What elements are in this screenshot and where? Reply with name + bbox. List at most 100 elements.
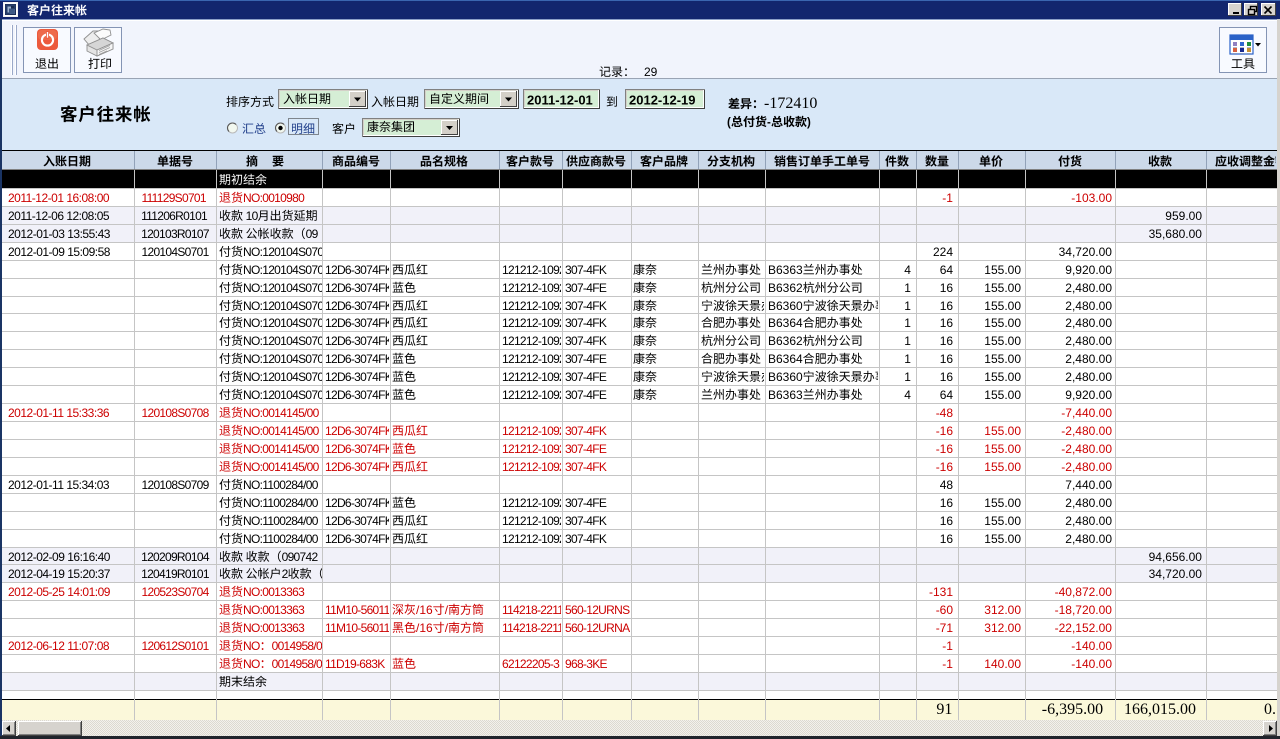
svg-text:155.00: 155.00 [984, 442, 1021, 456]
svg-text:-6,395.00: -6,395.00 [1042, 701, 1103, 718]
svg-text:120612S0101: 120612S0101 [142, 639, 210, 653]
svg-text:94,656.00: 94,656.00 [1149, 550, 1203, 564]
svg-text:12D6-3074FK: 12D6-3074FK [325, 514, 393, 528]
svg-text:2012-04-19 15:20:37: 2012-04-19 15:20:37 [8, 567, 111, 581]
svg-text:/16: /16 [416, 621, 433, 635]
svg-text:2,480.00: 2,480.00 [1065, 299, 1112, 313]
svg-text:NO:0013363: NO:0013363 [243, 585, 305, 599]
svg-text:-103.00: -103.00 [1071, 191, 1112, 205]
svg-text:NO:1100284/00: NO:1100284/00 [243, 532, 319, 546]
svg-text:4: 4 [904, 388, 911, 402]
svg-text:B6364: B6364 [768, 316, 803, 330]
svg-text:0014958/0: 0014958/0 [272, 657, 323, 671]
svg-text:120104S0701: 120104S0701 [142, 245, 210, 259]
svg-text:312.00: 312.00 [984, 603, 1021, 617]
svg-text:NO:1100284/00: NO:1100284/00 [243, 496, 319, 510]
svg-text:155.00: 155.00 [984, 263, 1021, 277]
svg-text:B6362: B6362 [768, 281, 803, 295]
svg-text:NO:120104S0701: NO:120104S0701 [243, 299, 330, 313]
svg-text:91: 91 [936, 701, 952, 718]
svg-text:959.00: 959.00 [1165, 209, 1202, 223]
svg-text:1: 1 [904, 316, 911, 330]
svg-text:B6363: B6363 [768, 263, 803, 277]
svg-text:16: 16 [940, 334, 954, 348]
svg-text:121212-1092: 121212-1092 [502, 299, 566, 313]
svg-text:1: 1 [904, 370, 911, 384]
svg-text:NO:0014145/00: NO:0014145/00 [243, 460, 320, 474]
svg-text:120103R0107: 120103R0107 [141, 227, 210, 241]
svg-text:307-4FE: 307-4FE [565, 388, 607, 402]
svg-text:NO: NO [243, 657, 260, 671]
svg-text:2,480.00: 2,480.00 [1065, 316, 1112, 330]
svg-text:/16: /16 [416, 603, 433, 617]
svg-text:155.00: 155.00 [984, 352, 1021, 366]
svg-text:307-4FK: 307-4FK [565, 334, 607, 348]
svg-text:155.00: 155.00 [984, 316, 1021, 330]
svg-text:121212-1092: 121212-1092 [502, 514, 566, 528]
svg-text:120419R0101: 120419R0101 [141, 567, 210, 581]
svg-text:7,440.00: 7,440.00 [1065, 478, 1112, 492]
svg-text:114218-2211: 114218-2211 [502, 603, 564, 617]
svg-text:12D6-3074FK: 12D6-3074FK [325, 316, 393, 330]
svg-text:307-4FE: 307-4FE [565, 442, 607, 456]
svg-text:-140.00: -140.00 [1071, 639, 1112, 653]
svg-text:(: ( [727, 117, 731, 129]
svg-text:-16: -16 [936, 460, 954, 474]
svg-text:090742: 090742 [282, 550, 319, 564]
svg-text:12D6-3074FK: 12D6-3074FK [325, 334, 393, 348]
svg-text:307-4FE: 307-4FE [565, 352, 607, 366]
svg-text:16: 16 [940, 316, 954, 330]
svg-text:-2,480.00: -2,480.00 [1061, 424, 1112, 438]
svg-text:16: 16 [940, 281, 954, 295]
svg-text:B6363: B6363 [768, 388, 803, 402]
svg-text:2: 2 [282, 567, 289, 581]
svg-text:11D19-683K: 11D19-683K [325, 657, 385, 671]
svg-text:-7,440.00: -7,440.00 [1061, 406, 1112, 420]
svg-text:1: 1 [904, 352, 911, 366]
svg-text:16: 16 [940, 496, 954, 510]
svg-text:11M10-56011: 11M10-56011 [325, 603, 391, 617]
svg-text:2011-12-01: 2011-12-01 [527, 93, 593, 108]
svg-text:29: 29 [644, 65, 658, 79]
svg-text:312.00: 312.00 [984, 621, 1021, 635]
svg-text:155.00: 155.00 [984, 388, 1021, 402]
svg-text:-22,152.00: -22,152.00 [1055, 621, 1113, 635]
svg-text:155.00: 155.00 [984, 299, 1021, 313]
svg-text:35,680.00: 35,680.00 [1149, 227, 1203, 241]
svg-text:NO:120104S0701: NO:120104S0701 [243, 352, 330, 366]
svg-text:16: 16 [940, 370, 954, 384]
svg-text:111129S0701: 111129S0701 [142, 191, 207, 205]
svg-text:NO:120104S0701: NO:120104S0701 [243, 263, 330, 277]
svg-text:2,480.00: 2,480.00 [1065, 370, 1112, 384]
svg-text:62122205-3: 62122205-3 [502, 657, 560, 671]
svg-text:121212-1092: 121212-1092 [502, 424, 566, 438]
svg-text:12D6-3074FK: 12D6-3074FK [325, 460, 393, 474]
svg-text:120209R0104: 120209R0104 [141, 550, 210, 564]
svg-text:4: 4 [904, 263, 911, 277]
svg-text:B6360: B6360 [768, 370, 803, 384]
svg-text:64: 64 [940, 263, 954, 277]
svg-text:155.00: 155.00 [984, 334, 1021, 348]
svg-text:121212-1092: 121212-1092 [502, 460, 566, 474]
svg-text:16: 16 [940, 352, 954, 366]
svg-text:121212-1092: 121212-1092 [502, 388, 566, 402]
svg-text:2,480.00: 2,480.00 [1065, 514, 1112, 528]
svg-text:560-12URNA: 560-12URNA [565, 621, 630, 635]
svg-text:121212-1092: 121212-1092 [502, 334, 566, 348]
svg-text:2012-05-25 14:01:09: 2012-05-25 14:01:09 [8, 585, 111, 599]
svg-text:2,480.00: 2,480.00 [1065, 334, 1112, 348]
svg-text:B6362: B6362 [768, 334, 803, 348]
svg-text:-40,872.00: -40,872.00 [1055, 585, 1113, 599]
svg-text:-16: -16 [936, 424, 954, 438]
svg-text:64: 64 [940, 388, 954, 402]
svg-text:-1: -1 [942, 639, 953, 653]
svg-text:16: 16 [940, 299, 954, 313]
svg-text:34,720.00: 34,720.00 [1149, 567, 1203, 581]
svg-text:12D6-3074FK: 12D6-3074FK [325, 424, 393, 438]
svg-text:34,720.00: 34,720.00 [1059, 245, 1113, 259]
svg-text:NO:1100284/00: NO:1100284/00 [243, 514, 319, 528]
svg-text:1: 1 [904, 299, 911, 313]
svg-text:307-4FE: 307-4FE [565, 281, 607, 295]
svg-text:11M10-56011: 11M10-56011 [325, 621, 391, 635]
svg-text:307-4FK: 307-4FK [565, 460, 607, 474]
